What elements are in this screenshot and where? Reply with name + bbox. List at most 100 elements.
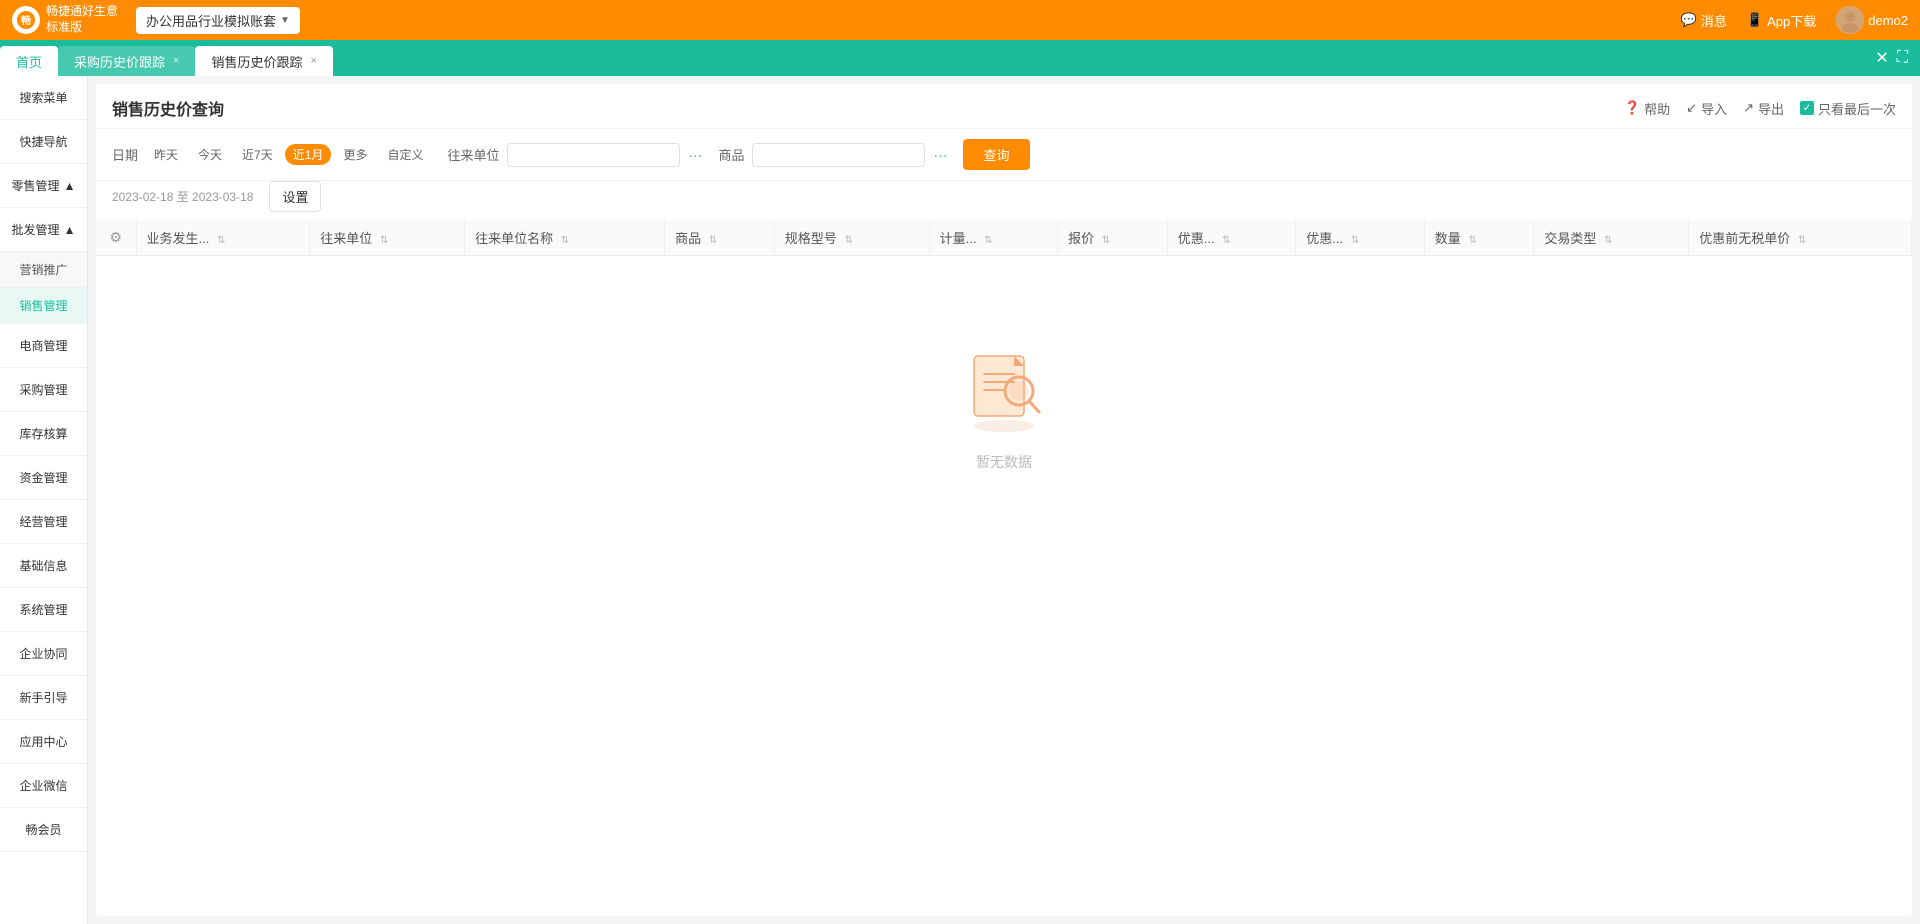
only-last-checkbox[interactable]: ✓ 只看最后一次 — [1800, 99, 1896, 118]
purchase-mgmt-label: 采购管理 — [19, 381, 67, 398]
sort-icon-counterpart-name[interactable]: ⇅ — [561, 235, 569, 246]
counterpart-ellipsis-btn[interactable]: ··· — [688, 147, 702, 163]
date-options: 昨天 今天 近7天 近1月 更多 自定义 — [146, 144, 431, 165]
sidebar-item-enterprise-wechat[interactable]: 企业微信 — [0, 764, 87, 808]
message-icon: 💬 — [1681, 12, 1697, 28]
basic-info-label: 基础信息 — [19, 557, 67, 574]
export-btn[interactable]: ↗ 导出 — [1743, 99, 1784, 118]
counterpart-label: 往来单位 — [447, 145, 499, 164]
counterpart-filter-group: 往来单位 ··· — [447, 143, 702, 167]
table-col-discount2: 优惠... ⇅ — [1296, 220, 1424, 256]
table-col-quantity: 数量 ⇅ — [1424, 220, 1534, 256]
member-label: 畅会员 — [25, 821, 61, 838]
import-icon: ↙ — [1686, 100, 1697, 116]
sidebar-item-purchase-mgmt[interactable]: 采购管理 — [0, 368, 87, 412]
user-area[interactable]: demo2 — [1836, 6, 1908, 34]
close-all-tabs-btn[interactable]: ✕ — [1875, 48, 1888, 68]
sidebar-item-ecommerce-mgmt[interactable]: 电商管理 — [0, 324, 87, 368]
sort-icon-biz-date[interactable]: ⇅ — [217, 235, 225, 246]
sidebar-item-retail-mgmt[interactable]: 零售管理 ▲ — [0, 164, 87, 208]
table-col-unit: 计量... ⇅ — [929, 220, 1057, 256]
enterprise-collab-label: 企业协同 — [19, 645, 67, 662]
goods-label: 商品 — [718, 145, 744, 164]
date-filter-group: 日期 昨天 今天 近7天 近1月 更多 自定义 — [112, 144, 431, 165]
sidebar-item-app-center[interactable]: 应用中心 — [0, 720, 87, 764]
system-mgmt-label: 系统管理 — [19, 601, 67, 618]
page-title: 销售历史价查询 — [112, 96, 224, 120]
sidebar-item-inventory[interactable]: 库存核算 — [0, 412, 87, 456]
wholesale-mgmt-label: 批发管理 — [12, 221, 60, 238]
sidebar-item-new-guide[interactable]: 新手引导 — [0, 676, 87, 720]
sidebar-item-basic-info[interactable]: 基础信息 — [0, 544, 87, 588]
date-btn-more[interactable]: 更多 — [335, 144, 375, 165]
sort-icon-discount2[interactable]: ⇅ — [1351, 235, 1359, 246]
inventory-label: 库存核算 — [19, 425, 67, 442]
sidebar: 搜索菜单 快捷导航 零售管理 ▲ 批发管理 ▲ 营销推广 销售管理 电商管理 采… — [0, 76, 88, 924]
ecommerce-mgmt-label: 电商管理 — [19, 337, 67, 354]
date-btn-last7days[interactable]: 近7天 — [234, 144, 281, 165]
filter-bar-row2: 2023-02-18 至 2023-03-18 设置 — [96, 181, 1912, 220]
sort-icon-discount1[interactable]: ⇅ — [1222, 235, 1230, 246]
empty-state: 暂无数据 — [96, 256, 1912, 552]
table-col-quote-price: 报价 ⇅ — [1058, 220, 1168, 256]
close-tab-sales-icon[interactable]: × — [310, 55, 316, 67]
avatar — [1836, 6, 1864, 34]
sidebar-item-wholesale-mgmt[interactable]: 批发管理 ▲ — [0, 208, 87, 252]
fullscreen-btn[interactable]: ⛶ — [1897, 49, 1908, 67]
workspace-label: 办公用品行业模拟账套 — [146, 11, 276, 30]
table-col-pre-tax-price: 优惠前无税单价 ⇅ — [1689, 220, 1912, 256]
search-button[interactable]: 查询 — [963, 139, 1029, 170]
date-btn-today[interactable]: 今天 — [190, 144, 230, 165]
sidebar-item-search-menu[interactable]: 搜索菜单 — [0, 76, 87, 120]
page-content: 销售历史价查询 ❓ 帮助 ↙ 导入 ↗ 导出 ✓ — [96, 84, 1912, 916]
workspace-selector[interactable]: 办公用品行业模拟账套 ▼ — [136, 7, 300, 34]
main-layout: 搜索菜单 快捷导航 零售管理 ▲ 批发管理 ▲ 营销推广 销售管理 电商管理 采… — [0, 76, 1920, 924]
sort-icon-pre-tax-price[interactable]: ⇅ — [1798, 235, 1806, 246]
close-tab-purchase-icon[interactable]: × — [173, 55, 179, 67]
sort-icon-quantity[interactable]: ⇅ — [1468, 235, 1476, 246]
help-btn[interactable]: ❓ 帮助 — [1624, 99, 1670, 118]
data-table: ⚙ 业务发生... ⇅ 往来单位 ⇅ 往来单位名称 — [96, 220, 1912, 256]
counterpart-input[interactable] — [507, 143, 680, 167]
sidebar-item-sales-mgmt[interactable]: 销售管理 — [0, 288, 87, 324]
sidebar-item-system-mgmt[interactable]: 系统管理 — [0, 588, 87, 632]
sort-icon-spec[interactable]: ⇅ — [844, 235, 852, 246]
sidebar-item-quick-nav[interactable]: 快捷导航 — [0, 120, 87, 164]
date-btn-last1month[interactable]: 近1月 — [285, 144, 332, 165]
filter-bar: 日期 昨天 今天 近7天 近1月 更多 自定义 往来单位 ··· — [96, 129, 1912, 181]
table-col-settings: ⚙ — [96, 220, 136, 256]
chevron-down-icon: ▼ — [280, 15, 290, 26]
phone-icon: 📱 — [1747, 12, 1763, 28]
sort-icon-counterpart[interactable]: ⇅ — [380, 235, 388, 246]
date-btn-yesterday[interactable]: 昨天 — [146, 144, 186, 165]
goods-ellipsis-btn[interactable]: ··· — [933, 147, 947, 163]
tab-sales-history[interactable]: 销售历史价跟踪 × — [195, 46, 332, 76]
settings-button[interactable]: 设置 — [269, 181, 321, 212]
sort-icon-trade-type[interactable]: ⇅ — [1604, 235, 1612, 246]
sort-icon-unit[interactable]: ⇅ — [984, 235, 992, 246]
gear-icon[interactable]: ⚙ — [109, 229, 122, 245]
goods-input[interactable] — [752, 143, 925, 167]
svg-text:畅: 畅 — [21, 14, 31, 27]
date-label: 日期 — [112, 145, 138, 164]
import-btn[interactable]: ↙ 导入 — [1686, 99, 1727, 118]
marketing-label: 营销推广 — [19, 261, 67, 278]
sidebar-item-finance-mgmt[interactable]: 资金管理 — [0, 456, 87, 500]
sidebar-item-enterprise-collab[interactable]: 企业协同 — [0, 632, 87, 676]
sort-icon-quote-price[interactable]: ⇅ — [1102, 235, 1110, 246]
message-btn[interactable]: 💬 消息 — [1681, 11, 1727, 30]
table-col-goods: 商品 ⇅ — [665, 220, 775, 256]
sidebar-item-marketing[interactable]: 营销推广 — [0, 252, 87, 288]
tab-purchase-history[interactable]: 采购历史价跟踪 × — [58, 46, 195, 76]
sidebar-item-operations-mgmt[interactable]: 经营管理 — [0, 500, 87, 544]
app-download-btn[interactable]: 📱 App下载 — [1747, 11, 1816, 30]
date-btn-custom[interactable]: 自定义 — [379, 144, 431, 165]
sidebar-item-member[interactable]: 畅会员 — [0, 808, 87, 852]
sort-icon-goods[interactable]: ⇅ — [709, 235, 717, 246]
tabs-bar-actions: ✕ ⛶ — [1875, 40, 1920, 76]
sales-mgmt-label: 销售管理 — [19, 297, 67, 314]
retail-mgmt-arrow-icon: ▲ — [64, 179, 76, 193]
logo-area: 畅 畅捷通好生意 标准版 — [12, 4, 118, 35]
tab-home[interactable]: 首页 — [0, 46, 58, 76]
logo-text: 畅捷通好生意 标准版 — [46, 4, 118, 35]
